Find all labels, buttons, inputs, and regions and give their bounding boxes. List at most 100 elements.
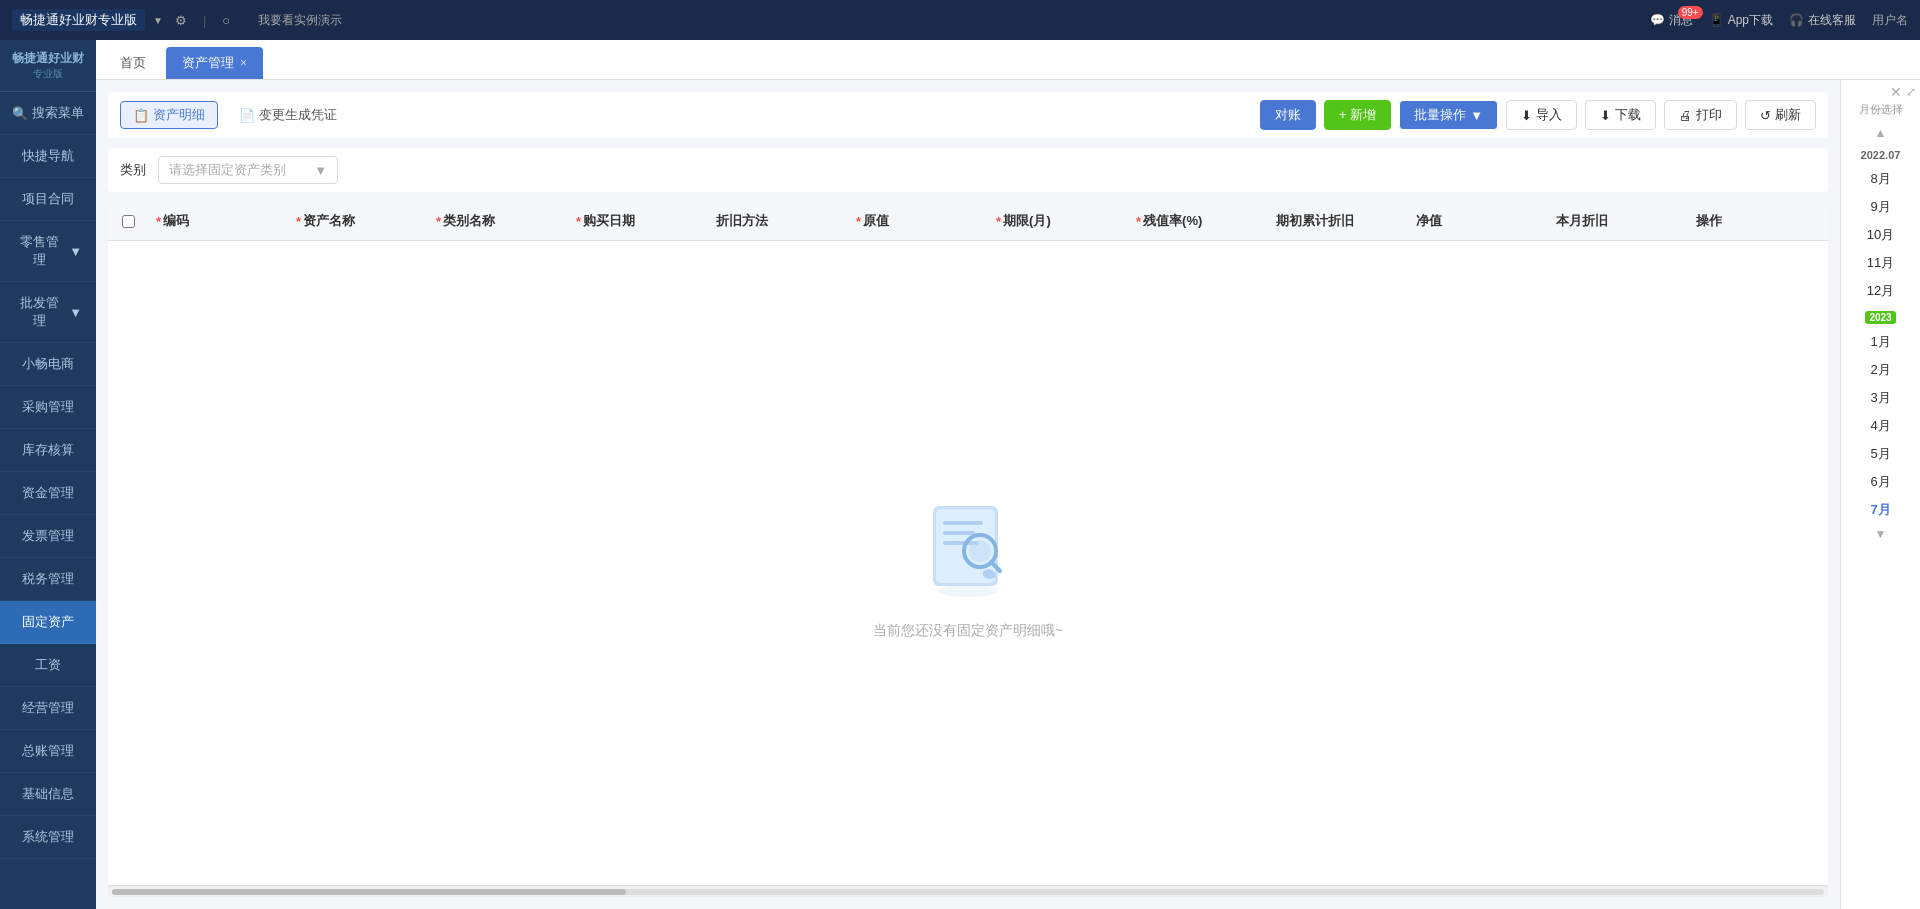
month-item-9[interactable]: 9月 — [1841, 193, 1920, 221]
top-bar: 畅捷通好业财专业版 ▼ ⚙ | ○ 我要看实例演示 💬 消息 99+ 📱 App… — [0, 0, 1920, 40]
reconcile-btn[interactable]: 对账 — [1260, 100, 1316, 130]
demo-text[interactable]: 我要看实例演示 — [258, 12, 342, 29]
wholesale-arrow-icon: ▼ — [69, 305, 82, 320]
sidebar-item-retail[interactable]: 零售管理 ▼ — [0, 221, 96, 282]
required-star-buy-date: * — [576, 214, 581, 229]
sidebar-item-ledger[interactable]: 总账管理 — [0, 730, 96, 773]
month-item-2023-2[interactable]: 2月 — [1841, 356, 1920, 384]
message-badge: 99+ — [1678, 6, 1703, 19]
service-btn[interactable]: 🎧 在线客服 — [1789, 12, 1856, 29]
sidebar-item-ecommerce[interactable]: 小畅电商 — [0, 343, 96, 386]
batch-arrow-icon: ▼ — [1470, 108, 1483, 123]
bottom-scrollbar[interactable] — [108, 885, 1828, 897]
tab-close-icon[interactable]: × — [240, 56, 247, 70]
sidebar-item-finance[interactable]: 资金管理 — [0, 472, 96, 515]
required-star-category: * — [436, 214, 441, 229]
retail-label: 零售管理 — [14, 233, 65, 269]
refresh-label: 刷新 — [1775, 106, 1801, 124]
subtab-change-voucher[interactable]: 📄 变更生成凭证 — [226, 101, 350, 129]
content-area: 首页 资产管理 × 📋 资产明细 📄 — [96, 40, 1920, 909]
th-acc-depr: 期初累计折旧 — [1268, 202, 1408, 240]
sidebar-item-basic[interactable]: 基础信息 — [0, 773, 96, 816]
sidebar-item-invoice[interactable]: 发票管理 — [0, 515, 96, 558]
inventory-label: 库存核算 — [22, 441, 74, 459]
month-item-2023-1[interactable]: 1月 — [1841, 328, 1920, 356]
th-residual-label: 残值率(%) — [1143, 212, 1202, 230]
print-icon: 🖨 — [1679, 108, 1692, 123]
month-nav-down[interactable]: ▼ — [1869, 524, 1893, 544]
asset-table: * 编码 * 资产名称 * 类别名称 * 购买日 — [108, 202, 1828, 897]
month-nav-up[interactable]: ▲ — [1869, 123, 1893, 143]
import-btn[interactable]: ⬇ 导入 — [1506, 100, 1577, 130]
download-label: 下载 — [1615, 106, 1641, 124]
th-original: * 原值 — [848, 202, 988, 240]
download-btn[interactable]: ⬇ 下载 — [1585, 100, 1656, 130]
company-dropdown-icon[interactable]: ▼ — [153, 15, 163, 26]
batch-btn[interactable]: 批量操作 ▼ — [1399, 100, 1498, 130]
sidebar-item-system[interactable]: 系统管理 — [0, 816, 96, 859]
sidebar-item-purchase[interactable]: 采购管理 — [0, 386, 96, 429]
print-btn[interactable]: 🖨 打印 — [1664, 100, 1737, 130]
sidebar-item-project[interactable]: 项目合同 — [0, 178, 96, 221]
required-star-original: * — [856, 214, 861, 229]
demo-icon: ○ — [222, 13, 230, 28]
sidebar-item-business[interactable]: 经营管理 — [0, 687, 96, 730]
month-item-2023-7[interactable]: 7月 — [1841, 496, 1920, 524]
month-item-10[interactable]: 10月 — [1841, 221, 1920, 249]
th-month-depr: 本月折旧 — [1548, 202, 1688, 240]
sidebar-item-search[interactable]: 🔍 搜索菜单 — [0, 92, 96, 135]
th-checkbox[interactable] — [108, 205, 148, 238]
subtab-asset-detail[interactable]: 📋 资产明细 — [120, 101, 218, 129]
app-title: 畅捷通好业财 — [8, 50, 88, 67]
sidebar-logo: 畅捷通好业财 专业版 — [0, 40, 96, 92]
page-content: 📋 资产明细 📄 变更生成凭证 对账 + 新增 — [96, 80, 1920, 909]
month-item-2023-5[interactable]: 5月 — [1841, 440, 1920, 468]
th-month-depr-label: 本月折旧 — [1556, 212, 1608, 230]
print-label: 打印 — [1696, 106, 1722, 124]
ecommerce-label: 小畅电商 — [22, 355, 74, 373]
close-panel-btn[interactable]: ✕ — [1890, 84, 1902, 100]
sidebar-item-salary[interactable]: 工资 — [0, 644, 96, 687]
scroll-track[interactable] — [112, 889, 1824, 895]
app-download-btn[interactable]: 📱 App下载 — [1709, 12, 1773, 29]
svg-point-0 — [938, 585, 998, 597]
message-btn[interactable]: 💬 消息 99+ — [1650, 12, 1693, 29]
basic-label: 基础信息 — [22, 785, 74, 803]
tab-home[interactable]: 首页 — [104, 47, 162, 79]
settings-icon[interactable]: ⚙ — [175, 13, 187, 28]
salary-label: 工资 — [35, 656, 61, 674]
sidebar-item-wholesale[interactable]: 批发管理 ▼ — [0, 282, 96, 343]
finance-label: 资金管理 — [22, 484, 74, 502]
month-item-11[interactable]: 11月 — [1841, 249, 1920, 277]
th-method-label: 折旧方法 — [716, 212, 768, 230]
category-select[interactable]: 请选择固定资产类别 ▼ — [158, 156, 338, 184]
top-bar-left: 畅捷通好业财专业版 ▼ ⚙ | ○ 我要看实例演示 — [12, 9, 1650, 31]
service-icon: 🎧 — [1789, 13, 1804, 27]
month-item-2023-4[interactable]: 4月 — [1841, 412, 1920, 440]
month-item-12[interactable]: 12月 — [1841, 277, 1920, 305]
month-panel-header: 月份选择 — [1859, 100, 1903, 123]
sidebar-item-fixed-assets[interactable]: 固定资产 — [0, 601, 96, 644]
app-subtitle: 专业版 — [8, 67, 88, 81]
refresh-btn[interactable]: ↺ 刷新 — [1745, 100, 1816, 130]
month-item-8[interactable]: 8月 — [1841, 165, 1920, 193]
add-btn[interactable]: + 新增 — [1324, 100, 1391, 130]
month-item-2023-6[interactable]: 6月 — [1841, 468, 1920, 496]
select-all-checkbox[interactable] — [122, 215, 135, 228]
category-filter-label: 类别 — [120, 161, 146, 179]
svg-point-7 — [969, 540, 991, 562]
sidebar-item-inventory[interactable]: 库存核算 — [0, 429, 96, 472]
quick-nav-label: 快捷导航 — [22, 147, 74, 165]
business-label: 经营管理 — [22, 699, 74, 717]
th-period-label: 期限(月) — [1003, 212, 1051, 230]
th-buy-date-label: 购买日期 — [583, 212, 635, 230]
sidebar-item-quick-nav[interactable]: 快捷导航 — [0, 135, 96, 178]
fixed-assets-label: 固定资产 — [22, 613, 74, 631]
sub-tabs-toolbar: 📋 资产明细 📄 变更生成凭证 对账 + 新增 — [108, 92, 1828, 138]
month-item-2023-3[interactable]: 3月 — [1841, 384, 1920, 412]
tab-asset-management[interactable]: 资产管理 × — [166, 47, 263, 79]
refresh-icon: ↺ — [1760, 108, 1771, 123]
scroll-thumb[interactable] — [112, 889, 626, 895]
resize-panel-btn[interactable]: ⤢ — [1906, 85, 1916, 99]
sidebar-item-tax[interactable]: 税务管理 — [0, 558, 96, 601]
